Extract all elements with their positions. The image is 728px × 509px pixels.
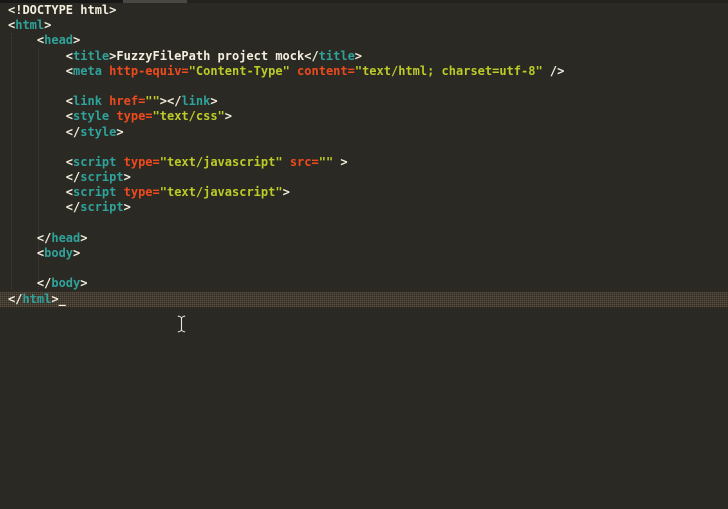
code-token-plain: > bbox=[224, 109, 232, 124]
code-line[interactable] bbox=[0, 140, 728, 155]
code-line[interactable]: </script> bbox=[0, 200, 728, 215]
code-token-plain: </ bbox=[8, 200, 81, 215]
code-editor[interactable]: <!DOCTYPE html> <html> <head> <title>Fuzz… bbox=[0, 3, 728, 307]
code-token-tag: head bbox=[44, 33, 74, 48]
code-token-plain: > bbox=[123, 200, 131, 215]
code-line[interactable] bbox=[0, 216, 728, 231]
code-token-tag: link bbox=[73, 94, 102, 109]
code-token-plain: /> bbox=[542, 63, 565, 78]
code-line[interactable]: </head> bbox=[0, 231, 728, 246]
code-token-plain: < bbox=[8, 109, 74, 124]
code-token-plain: < bbox=[8, 48, 74, 63]
code-token-plain: < bbox=[8, 63, 74, 78]
code-token-attr: type= bbox=[123, 185, 160, 200]
code-token-plain: > bbox=[333, 154, 348, 169]
code-line[interactable]: <body> bbox=[0, 246, 728, 261]
code-token-str: "text/javascript" bbox=[159, 185, 283, 200]
code-token-plain: > bbox=[123, 170, 131, 185]
code-token-plain: < bbox=[8, 94, 74, 109]
code-token-attr: content= bbox=[297, 63, 355, 78]
code-token-tag: title bbox=[73, 48, 110, 63]
code-token-str: "text/javascript" bbox=[159, 154, 283, 169]
code-token-plain: </ bbox=[8, 170, 81, 185]
code-token-tag: html bbox=[22, 291, 52, 306]
code-line[interactable]: <!DOCTYPE html> bbox=[0, 3, 728, 18]
code-line[interactable]: <link href=""></link> bbox=[0, 94, 728, 109]
code-token-plain: </ bbox=[8, 276, 52, 291]
code-line[interactable]: <script type="text/javascript" src="" > bbox=[0, 155, 728, 170]
code-token-str: "" bbox=[145, 94, 160, 109]
code-token-attr: src= bbox=[289, 154, 319, 169]
code-token-plain: > bbox=[282, 185, 290, 200]
code-line[interactable]: </body> bbox=[0, 276, 728, 291]
code-line[interactable]: <title>FuzzyFilePath project mock</title… bbox=[0, 49, 728, 64]
code-token-tag: script bbox=[80, 200, 124, 215]
code-token-tag: body bbox=[44, 246, 74, 260]
code-token-tag: script bbox=[73, 185, 117, 200]
code-line[interactable]: <style type="text/css"> bbox=[0, 109, 728, 124]
code-line[interactable]: <meta http-equiv="Content-Type" content=… bbox=[0, 64, 728, 79]
code-token-plain: > bbox=[44, 18, 52, 33]
code-token-plain: <!DOCTYPE html> bbox=[8, 3, 117, 17]
code-token-plain: </ bbox=[8, 124, 81, 139]
code-line[interactable]: <script type="text/javascript"> bbox=[0, 185, 728, 200]
code-token-plain: </ bbox=[8, 230, 52, 245]
code-token-plain: > bbox=[73, 33, 81, 48]
code-token-plain: >FuzzyFilePath project mock</ bbox=[109, 48, 319, 63]
code-line[interactable]: </style> bbox=[0, 125, 728, 140]
code-token-tag: head bbox=[51, 230, 81, 245]
code-token-plain: > bbox=[210, 94, 218, 109]
code-token-attr: http-equiv= bbox=[109, 63, 189, 78]
code-token-tag: link bbox=[181, 94, 211, 109]
code-token-tag: style bbox=[73, 109, 110, 124]
code-line[interactable]: <head> bbox=[0, 33, 728, 48]
code-line[interactable]: <html> bbox=[0, 18, 728, 33]
code-token-str: "text/html; charset=utf-8" bbox=[354, 63, 543, 78]
code-token-plain: < bbox=[8, 154, 74, 169]
code-line[interactable]: </script> bbox=[0, 170, 728, 185]
code-line[interactable]: </html>_ bbox=[0, 291, 728, 307]
code-token-tag: body bbox=[51, 276, 81, 291]
code-token-plain: < bbox=[8, 33, 45, 48]
code-token-plain: > bbox=[116, 124, 124, 139]
code-token-plain: ></ bbox=[159, 94, 182, 109]
code-token-attr: type= bbox=[123, 154, 160, 169]
code-token-plain: > bbox=[51, 291, 59, 306]
code-token-plain: > bbox=[73, 246, 81, 260]
code-token-plain: < bbox=[8, 246, 45, 260]
code-token-str: "text/css" bbox=[152, 109, 225, 124]
code-token-tag: script bbox=[80, 170, 124, 185]
code-token-tag: meta bbox=[73, 63, 102, 78]
code-token-attr: type= bbox=[116, 109, 153, 124]
code-token-tag: html bbox=[15, 18, 45, 33]
text-caret: _ bbox=[58, 291, 66, 306]
code-token-tag: style bbox=[80, 124, 117, 139]
code-line[interactable] bbox=[0, 261, 728, 276]
code-token-plain: < bbox=[8, 185, 74, 200]
editor-window: <!DOCTYPE html> <html> <head> <title>Fuzz… bbox=[0, 0, 728, 509]
i-beam-cursor bbox=[177, 314, 186, 334]
code-token-plain: </ bbox=[8, 291, 23, 306]
code-token-attr: href= bbox=[109, 94, 146, 109]
code-token-plain: > bbox=[80, 276, 88, 291]
code-token-plain: > bbox=[80, 230, 88, 245]
code-token-str: "Content-Type" bbox=[188, 63, 290, 78]
code-token-tag: title bbox=[318, 48, 355, 63]
code-token-plain: > bbox=[354, 48, 363, 63]
code-token-tag: script bbox=[73, 154, 117, 169]
code-line[interactable] bbox=[0, 79, 728, 94]
code-token-str: "" bbox=[318, 154, 334, 169]
